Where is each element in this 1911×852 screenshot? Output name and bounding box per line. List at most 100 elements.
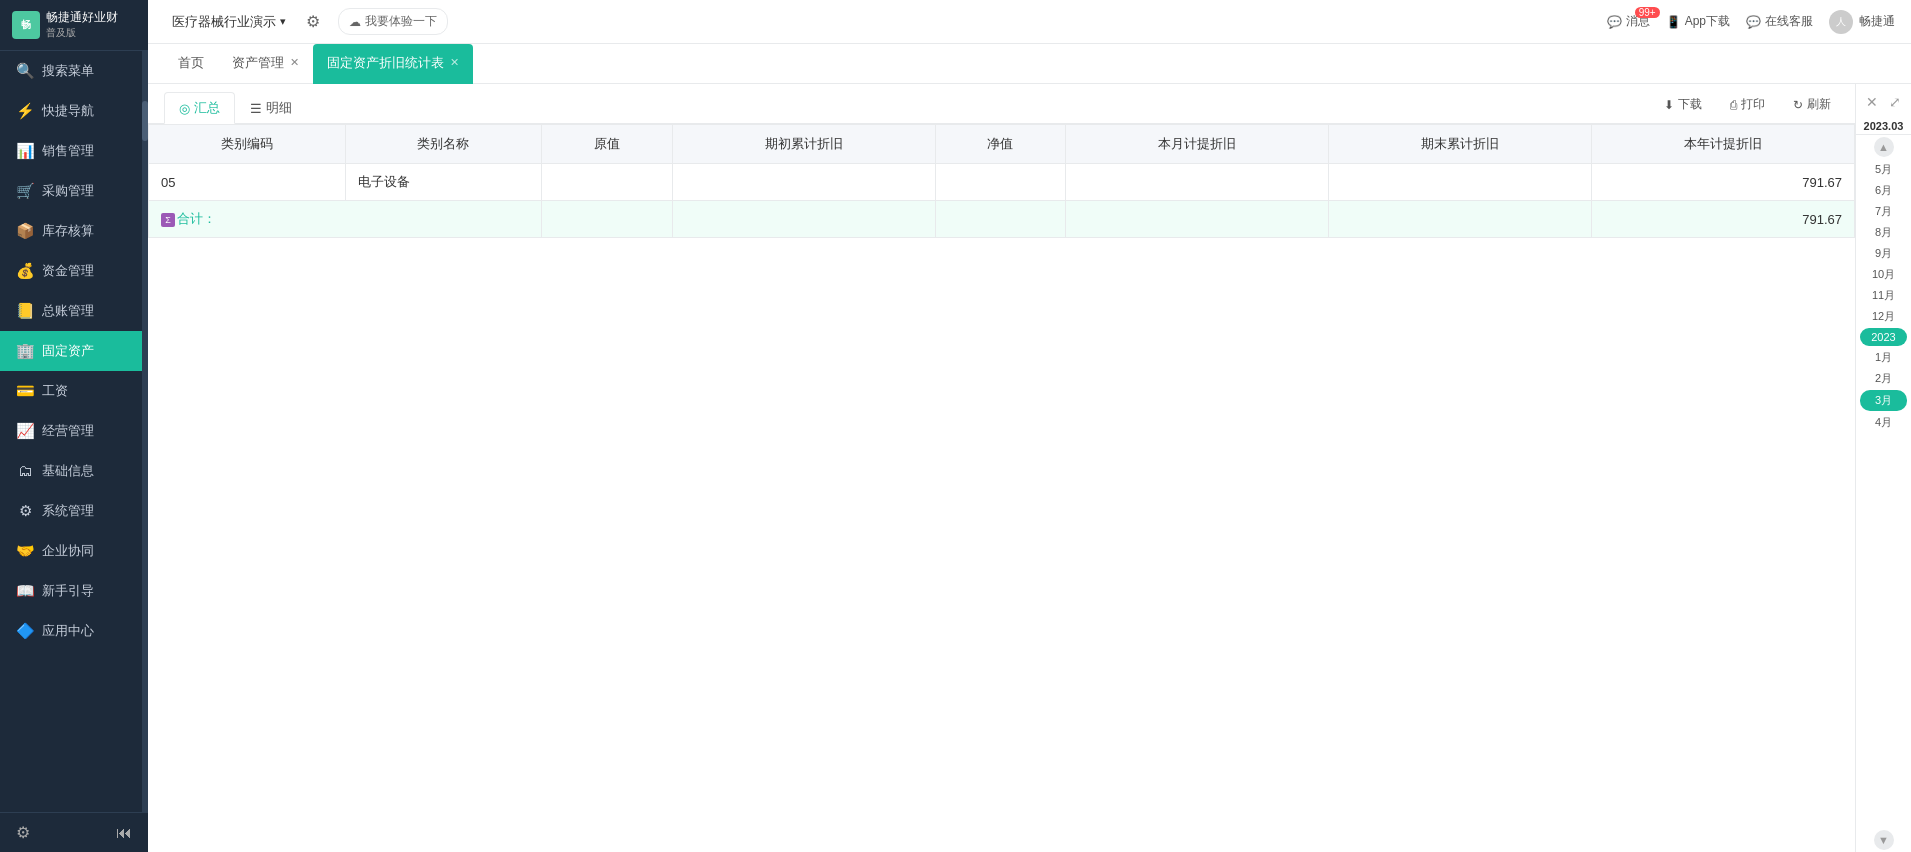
sidebar-item-payroll[interactable]: 💳 工资 bbox=[0, 371, 142, 411]
tab-1[interactable]: 资产管理✕ bbox=[218, 44, 313, 84]
subtab-1[interactable]: ☰ 明细 bbox=[235, 92, 307, 123]
table-wrapper: 类别编码类别名称原值期初累计折旧净值本月计提折旧期末累计折旧本年计提折旧 05电… bbox=[148, 124, 1855, 852]
sidebar-item-appcenter[interactable]: 🔷 应用中心 bbox=[0, 611, 142, 651]
depreciation-table: 类别编码类别名称原值期初累计折旧净值本月计提折旧期末累计折旧本年计提折旧 05电… bbox=[148, 124, 1855, 238]
month-item-3月[interactable]: 3月 bbox=[1860, 390, 1907, 411]
operations-icon: 📈 bbox=[16, 422, 34, 440]
tab-label-2: 固定资产折旧统计表 bbox=[327, 54, 444, 72]
sidebar-item-finance[interactable]: 💰 资金管理 bbox=[0, 251, 142, 291]
company-name: 医疗器械行业演示 bbox=[172, 13, 276, 31]
company-selector[interactable]: 医疗器械行业演示 ▾ bbox=[164, 9, 294, 35]
ledger-icon: 📒 bbox=[16, 302, 34, 320]
month-item-7月[interactable]: 7月 bbox=[1856, 201, 1911, 222]
month-item-4月[interactable]: 4月 bbox=[1856, 412, 1911, 433]
download-icon: 📱 bbox=[1666, 15, 1681, 29]
panel-close-icon[interactable]: ✕ bbox=[1862, 92, 1882, 112]
sidebar-item-cooperation[interactable]: 🤝 企业协同 bbox=[0, 531, 142, 571]
scroll-down-button[interactable]: ▼ bbox=[1874, 830, 1894, 850]
sum-cell-3 bbox=[672, 201, 935, 238]
sidebar-item-ledger[interactable]: 📒 总账管理 bbox=[0, 291, 142, 331]
sidebar-item-inventory[interactable]: 📦 库存核算 bbox=[0, 211, 142, 251]
sidebar-item-label: 搜索菜单 bbox=[42, 62, 94, 80]
logo-text: 畅捷通好业财 普及版 bbox=[46, 10, 118, 40]
sidebar-item-label: 新手引导 bbox=[42, 582, 94, 600]
subtab-0[interactable]: ◎ 汇总 bbox=[164, 92, 235, 124]
sidebar-item-system[interactable]: ⚙ 系统管理 bbox=[0, 491, 142, 531]
sidebar: 畅 畅捷通好业财 普及版 🔍 搜索菜单 ⚡ 快捷导航 📊 销售管理 🛒 采购管理… bbox=[0, 0, 148, 852]
month-item-9月[interactable]: 9月 bbox=[1856, 243, 1911, 264]
sidebar-item-guide[interactable]: 📖 新手引导 bbox=[0, 571, 142, 611]
sidebar-item-purchase[interactable]: 🛒 采购管理 bbox=[0, 171, 142, 211]
customer-service-button[interactable]: 💬 在线客服 bbox=[1746, 13, 1813, 30]
subtab-bar: ◎ 汇总 ☰ 明细 ⬇下载 ⎙打印 ↻刷新 bbox=[148, 84, 1855, 124]
experience-button[interactable]: ☁ 我要体验一下 bbox=[338, 8, 448, 35]
month-item-12月[interactable]: 12月 bbox=[1856, 306, 1911, 327]
month-item-8月[interactable]: 8月 bbox=[1856, 222, 1911, 243]
tab-close-2[interactable]: ✕ bbox=[450, 56, 459, 69]
right-panel: ✕ ⤢ 2023.03 ▲ 5月6月7月8月9月10月11月12月20231月2… bbox=[1855, 84, 1911, 852]
search-icon: 🔍 bbox=[16, 62, 34, 80]
subtab-icon-1: ☰ bbox=[250, 101, 262, 116]
subtabs: ◎ 汇总 ☰ 明细 bbox=[164, 92, 307, 123]
panel-title: 2023.03 bbox=[1856, 116, 1911, 135]
service-icon: 💬 bbox=[1746, 15, 1761, 29]
collapse-icon[interactable]: ⏮ bbox=[116, 824, 132, 842]
sidebar-logo: 畅 畅捷通好业财 普及版 bbox=[0, 0, 148, 51]
sidebar-item-basicinfo[interactable]: 🗂 基础信息 bbox=[0, 451, 142, 491]
row-0-cell-5 bbox=[1065, 164, 1328, 201]
sidebar-item-label: 基础信息 bbox=[42, 462, 94, 480]
sidebar-item-label: 资金管理 bbox=[42, 262, 94, 280]
action-刷新-button[interactable]: ↻刷新 bbox=[1785, 93, 1839, 116]
topbar-settings-icon[interactable]: ⚙ bbox=[306, 12, 320, 31]
sidebar-item-label: 库存核算 bbox=[42, 222, 94, 240]
col-header-7: 本年计提折旧 bbox=[1591, 125, 1854, 164]
sidebar-item-search[interactable]: 🔍 搜索菜单 bbox=[0, 51, 142, 91]
year-tag[interactable]: 2023 bbox=[1860, 328, 1907, 346]
basicinfo-icon: 🗂 bbox=[16, 462, 34, 479]
month-item-2月[interactable]: 2月 bbox=[1856, 368, 1911, 389]
subtab-actions: ⬇下载 ⎙打印 ↻刷新 bbox=[1656, 93, 1839, 122]
action-下载-button[interactable]: ⬇下载 bbox=[1656, 93, 1710, 116]
subtab-label-0: 汇总 bbox=[194, 99, 220, 117]
sidebar-item-label: 固定资产 bbox=[42, 342, 94, 360]
col-header-1: 类别名称 bbox=[345, 125, 542, 164]
month-item-6月[interactable]: 6月 bbox=[1856, 180, 1911, 201]
tab-0[interactable]: 首页 bbox=[164, 44, 218, 84]
sidebar-scrollbar[interactable] bbox=[142, 51, 148, 812]
sidebar-item-label: 采购管理 bbox=[42, 182, 94, 200]
sidebar-item-label: 快捷导航 bbox=[42, 102, 94, 120]
panel-expand-icon[interactable]: ⤢ bbox=[1886, 92, 1906, 112]
sidebar-item-label: 工资 bbox=[42, 382, 68, 400]
row-0-cell-7: 791.67 bbox=[1591, 164, 1854, 201]
settings-icon[interactable]: ⚙ bbox=[16, 823, 30, 842]
sidebar-item-operations[interactable]: 📈 经营管理 bbox=[0, 411, 142, 451]
sidebar-item-label: 企业协同 bbox=[42, 542, 94, 560]
sidebar-nav: 🔍 搜索菜单 ⚡ 快捷导航 📊 销售管理 🛒 采购管理 📦 库存核算 💰 资金管… bbox=[0, 51, 142, 812]
tab-close-1[interactable]: ✕ bbox=[290, 56, 299, 69]
sidebar-item-label: 总账管理 bbox=[42, 302, 94, 320]
action-icon-2: ↻ bbox=[1793, 98, 1803, 112]
message-button[interactable]: 💬 消息 99+ bbox=[1607, 13, 1650, 30]
action-icon-0: ⬇ bbox=[1664, 98, 1674, 112]
logo-icon: 畅 bbox=[12, 11, 40, 39]
sidebar-item-sales[interactable]: 📊 销售管理 bbox=[0, 131, 142, 171]
tabbar: 首页资产管理✕ 固定资产折旧统计表 ✕ bbox=[148, 44, 1911, 84]
tab-2[interactable]: 固定资产折旧统计表 ✕ bbox=[313, 44, 473, 84]
scroll-up-button[interactable]: ▲ bbox=[1874, 137, 1894, 157]
sidebar-item-quicknav[interactable]: ⚡ 快捷导航 bbox=[0, 91, 142, 131]
subtab-label-1: 明细 bbox=[266, 99, 292, 117]
row-0-cell-1: 电子设备 bbox=[345, 164, 542, 201]
purchase-icon: 🛒 bbox=[16, 182, 34, 200]
user-menu[interactable]: 人 畅捷通 bbox=[1829, 10, 1895, 34]
message-icon: 💬 bbox=[1607, 15, 1622, 29]
month-item-11月[interactable]: 11月 bbox=[1856, 285, 1911, 306]
month-item-5月[interactable]: 5月 bbox=[1856, 159, 1911, 180]
month-item-1月[interactable]: 1月 bbox=[1856, 347, 1911, 368]
action-打印-button[interactable]: ⎙打印 bbox=[1722, 93, 1773, 116]
sidebar-item-fixedasset[interactable]: 🏢 固定资产 bbox=[0, 331, 142, 371]
sum-cell-4 bbox=[935, 201, 1065, 238]
app-download-button[interactable]: 📱 App下载 bbox=[1666, 13, 1730, 30]
dropdown-icon: ▾ bbox=[280, 15, 286, 28]
finance-icon: 💰 bbox=[16, 262, 34, 280]
month-item-10月[interactable]: 10月 bbox=[1856, 264, 1911, 285]
